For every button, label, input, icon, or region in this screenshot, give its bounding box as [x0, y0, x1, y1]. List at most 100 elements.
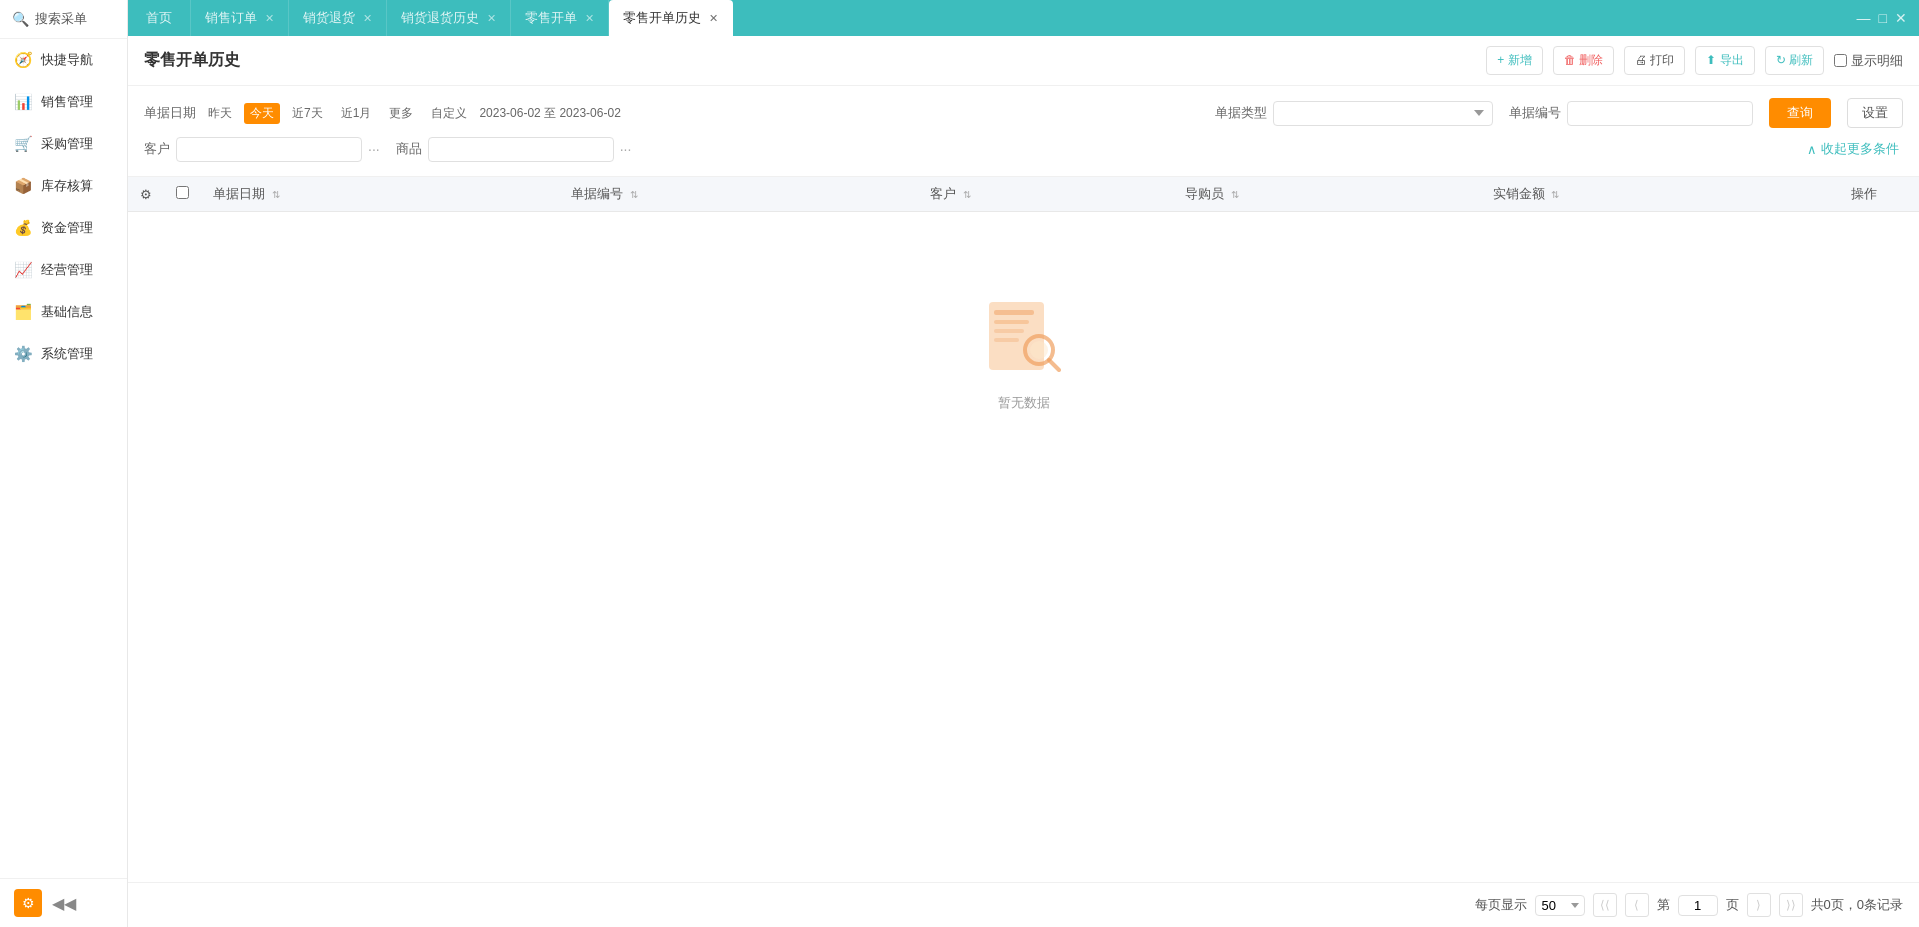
next-page-button[interactable]: ⟩ [1747, 893, 1771, 917]
chevron-up-icon: ∧ [1807, 142, 1817, 157]
page-number-input[interactable] [1678, 895, 1718, 916]
print-button[interactable]: 🖨 打印 [1624, 46, 1685, 75]
tab-close-retail-open-history[interactable]: ✕ [709, 12, 718, 25]
filter-settings-button[interactable]: 设置 [1847, 98, 1903, 128]
th-op: 操作 [1839, 177, 1919, 212]
select-all-checkbox[interactable] [176, 186, 189, 199]
svg-rect-4 [994, 338, 1019, 342]
table-header: ⚙ 单据日期 ⇅ 单据编号 ⇅ [128, 177, 1919, 212]
th-checkbox [164, 177, 201, 212]
sidebar-bottom: ⚙ ◀◀ [0, 878, 127, 927]
sidebar-item-quick-nav[interactable]: 🧭 快捷导航 [0, 39, 127, 81]
tab-close-retail-open[interactable]: ✕ [585, 12, 594, 25]
tab-retail-open-history[interactable]: 零售开单历史 ✕ [609, 0, 733, 36]
tab-close-sales-return-history[interactable]: ✕ [487, 12, 496, 25]
sidebar-label-quick-nav: 快捷导航 [41, 51, 93, 69]
sort-guide-icon: ⇅ [1231, 189, 1239, 200]
doc-no-filter: 单据编号 [1509, 101, 1753, 126]
sidebar-icon-inventory-mgmt: 📦 [14, 177, 33, 195]
filter-row-2: 客户 ··· 商品 ··· ∧ 收起更多条件 [144, 136, 1903, 162]
minimize-button[interactable]: — [1857, 10, 1871, 26]
sidebar-search-label: 搜索采单 [35, 10, 87, 28]
tab-close-sales-order[interactable]: ✕ [265, 12, 274, 25]
tab-sales-order[interactable]: 销售订单✕ [191, 0, 289, 36]
tab-label-retail-open-history: 零售开单历史 [623, 9, 701, 27]
th-no[interactable]: 单据编号 ⇅ [559, 177, 917, 212]
date-7days[interactable]: 近7天 [286, 103, 329, 124]
query-button[interactable]: 查询 [1769, 98, 1831, 128]
export-button[interactable]: ⬆ 导出 [1695, 46, 1754, 75]
new-button[interactable]: + 新增 [1486, 46, 1542, 75]
page-size-select[interactable]: 50 10 20 100 [1535, 895, 1585, 916]
sort-date-icon: ⇅ [272, 189, 280, 200]
sidebar-icon-operations-mgmt: 📈 [14, 261, 33, 279]
window-controls: — □ ✕ [1857, 0, 1919, 36]
th-customer[interactable]: 客户 ⇅ [918, 177, 1174, 212]
tab-sales-return-history[interactable]: 销货退货历史✕ [387, 0, 511, 36]
doc-no-input[interactable] [1567, 101, 1753, 126]
tab-close-sales-return[interactable]: ✕ [363, 12, 372, 25]
collapse-sidebar-button[interactable]: ◀◀ [52, 894, 76, 913]
sidebar-item-operations-mgmt[interactable]: 📈经营管理 [0, 249, 127, 291]
settings-button[interactable]: ⚙ [14, 889, 42, 917]
sidebar-item-finance-mgmt[interactable]: 💰资金管理 [0, 207, 127, 249]
sidebar-item-purchase-mgmt[interactable]: 🛒 采购管理 [0, 123, 127, 165]
svg-line-7 [1049, 360, 1059, 370]
sidebar-icon-purchase-mgmt: 🛒 [14, 135, 33, 153]
doc-no-label: 单据编号 [1509, 104, 1561, 122]
tab-sales-return[interactable]: 销货退货 ✕ [289, 0, 387, 36]
sort-customer-icon: ⇅ [963, 189, 971, 200]
tab-home[interactable]: 首页 [128, 0, 191, 36]
date-1month[interactable]: 近1月 [335, 103, 378, 124]
th-date-label: 单据日期 [213, 186, 265, 201]
last-page-button[interactable]: ⟩⟩ [1779, 893, 1803, 917]
date-custom[interactable]: 自定义 [425, 103, 473, 124]
customer-filter: 客户 ··· [144, 137, 380, 162]
tabs-bar: 首页销售订单✕销货退货✕销货退货历史✕零售开单✕零售开单历史✕ — □ ✕ [128, 0, 1919, 36]
doc-type-select[interactable] [1273, 101, 1493, 126]
prev-page-button[interactable]: ⟨ [1625, 893, 1649, 917]
sidebar-menu: 🧭 快捷导航 📊销售管理 🛒 采购管理 📦库存核算💰资金管理📈经营管理🗂️基础信息⚙️系统… [0, 39, 127, 878]
total-label: 共0页，0条记录 [1811, 896, 1903, 914]
tab-retail-open[interactable]: 零售开单✕ [511, 0, 609, 36]
date-today[interactable]: 今天 [244, 103, 280, 124]
refresh-button[interactable]: ↻ 刷新 [1765, 46, 1824, 75]
close-button[interactable]: ✕ [1895, 10, 1907, 26]
sort-no-icon: ⇅ [630, 189, 638, 200]
product-picker-button[interactable]: ··· [620, 141, 632, 157]
sidebar-item-inventory-mgmt[interactable]: 📦库存核算 [0, 165, 127, 207]
sidebar-item-system-mgmt[interactable]: ⚙️系统管理 [0, 333, 127, 375]
customer-input[interactable] [176, 137, 362, 162]
sidebar-item-basic-info[interactable]: 🗂️基础信息 [0, 291, 127, 333]
date-more[interactable]: 更多 [383, 103, 419, 124]
first-page-button[interactable]: ⟨⟨ [1593, 893, 1617, 917]
main-area: 首页销售订单✕销货退货✕销货退货历史✕零售开单✕零售开单历史✕ — □ ✕ 零售… [128, 0, 1919, 927]
sidebar-icon-quick-nav: 🧭 [14, 51, 33, 69]
empty-illustration [974, 292, 1074, 382]
filter-row-1: 单据日期 昨天 今天 近7天 近1月 更多 自定义 2023-06-02 至 2… [144, 98, 1903, 128]
th-no-label: 单据编号 [571, 186, 623, 201]
empty-text: 暂无数据 [998, 394, 1050, 412]
sidebar-label-basic-info: 基础信息 [41, 303, 93, 321]
collapse-filter-button[interactable]: ∧ 收起更多条件 [1803, 136, 1903, 162]
customer-picker-button[interactable]: ··· [368, 141, 380, 157]
product-input[interactable] [428, 137, 614, 162]
date-filter-label: 单据日期 [144, 104, 196, 122]
tab-label-sales-return: 销货退货 [303, 9, 355, 27]
delete-button[interactable]: 🗑 删除 [1553, 46, 1614, 75]
display-detail-checkbox[interactable] [1834, 54, 1847, 67]
sidebar-item-sales-mgmt[interactable]: 📊销售管理 [0, 81, 127, 123]
page-title: 零售开单历史 [144, 50, 240, 71]
per-page-label: 每页显示 [1475, 896, 1527, 914]
sidebar-search[interactable]: 🔍 搜索采单 [0, 0, 127, 39]
sidebar: 🔍 搜索采单 🧭 快捷导航 📊销售管理 🛒 采购管理 📦库存核算💰资金管理📈经营管理🗂️基… [0, 0, 128, 927]
product-filter: 商品 ··· [396, 137, 632, 162]
search-icon: 🔍 [12, 11, 29, 27]
th-amount[interactable]: 实销金额 ⇅ [1481, 177, 1839, 212]
th-guide[interactable]: 导购员 ⇅ [1173, 177, 1480, 212]
maximize-button[interactable]: □ [1879, 10, 1887, 26]
th-date[interactable]: 单据日期 ⇅ [201, 177, 559, 212]
column-settings-icon[interactable]: ⚙ [140, 187, 152, 202]
date-yesterday[interactable]: 昨天 [202, 103, 238, 124]
sidebar-label-purchase-mgmt: 采购管理 [41, 135, 93, 153]
